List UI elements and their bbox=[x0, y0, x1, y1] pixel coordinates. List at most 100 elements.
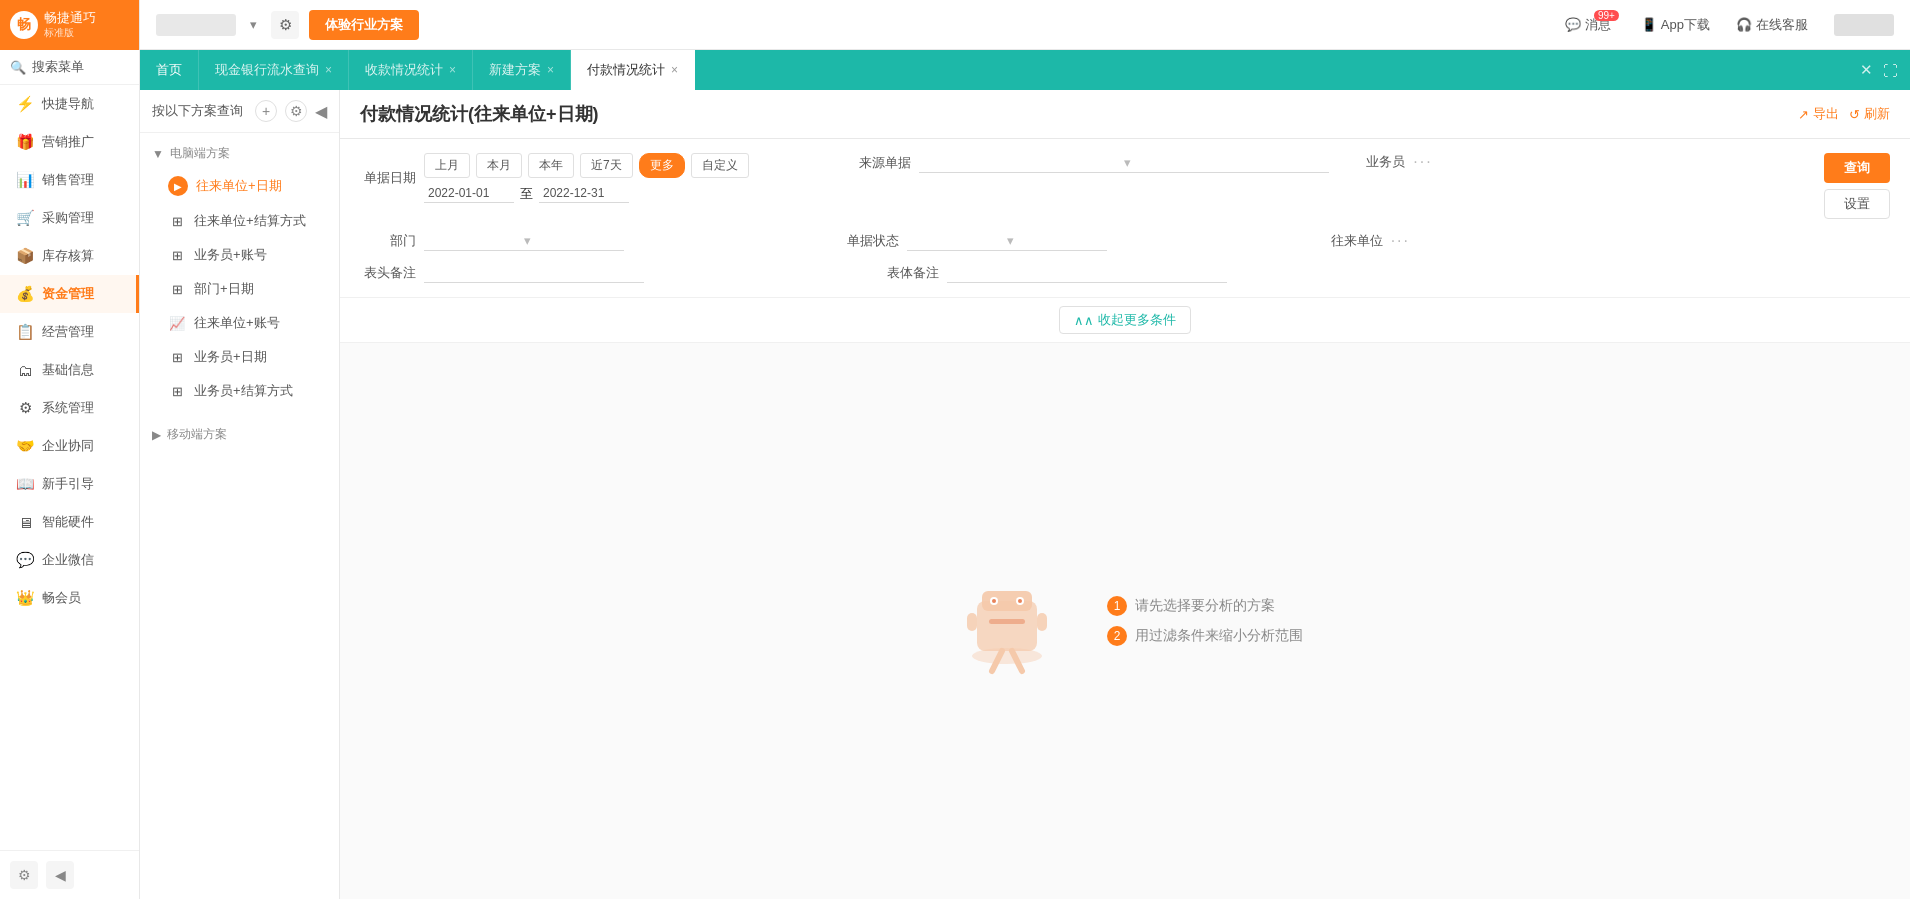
sidebar-item-quick-nav[interactable]: ⚡ 快捷导航 bbox=[0, 85, 139, 123]
staff-select-button[interactable]: ··· bbox=[1413, 153, 1432, 171]
collapse-button[interactable]: ∧∧ 收起更多条件 bbox=[1059, 306, 1191, 334]
scheme-item-dept-date[interactable]: ⊞ 部门+日期 bbox=[140, 272, 339, 306]
body-note-input[interactable] bbox=[947, 263, 1227, 283]
purchase-label: 采购管理 bbox=[42, 209, 94, 227]
date-range: 至 bbox=[424, 184, 629, 203]
message-button[interactable]: 💬 消息 99+ bbox=[1565, 16, 1611, 34]
desktop-collapse-arrow: ▼ bbox=[152, 147, 164, 161]
sales-icon: 📊 bbox=[16, 171, 34, 189]
filter-settings-button[interactable]: 设置 bbox=[1824, 189, 1890, 219]
sidebar-item-wechat[interactable]: 💬 企业微信 bbox=[0, 541, 139, 579]
sidebar-item-finance[interactable]: 💰 资金管理 bbox=[0, 275, 139, 313]
sidebar-collapse-button[interactable]: ◀ bbox=[46, 861, 74, 889]
query-button[interactable]: 查询 bbox=[1824, 153, 1890, 183]
app-download-label: App下载 bbox=[1661, 16, 1710, 34]
export-button[interactable]: ↗ 导出 bbox=[1798, 105, 1839, 123]
scheme-settings-button[interactable]: ⚙ bbox=[285, 100, 307, 122]
header-note-input[interactable] bbox=[424, 263, 644, 283]
sidebar-item-hardware[interactable]: 🖥 智能硬件 bbox=[0, 503, 139, 541]
dropdown-arrow[interactable]: ▾ bbox=[250, 17, 257, 32]
partner-select-button[interactable]: ··· bbox=[1391, 232, 1410, 250]
search-menu-label: 搜索菜单 bbox=[32, 58, 84, 76]
mobile-scheme-group-title[interactable]: ▶ 移动端方案 bbox=[140, 420, 339, 449]
tabbar-close-icon[interactable]: ✕ bbox=[1860, 61, 1873, 79]
scheme-item-staff-account[interactable]: ⊞ 业务员+账号 bbox=[140, 238, 339, 272]
left-panel-icons: + ⚙ ◀ bbox=[255, 100, 327, 122]
tab-payment-close[interactable]: × bbox=[671, 63, 678, 77]
refresh-label: 刷新 bbox=[1864, 105, 1890, 123]
last-7-days-button[interactable]: 近7天 bbox=[580, 153, 633, 178]
current-month-button[interactable]: 本月 bbox=[476, 153, 522, 178]
empty-state: 1 请先选择要分析的方案 2 用过滤条件来缩小分析范围 bbox=[340, 343, 1910, 899]
sidebar: 畅 畅捷通巧 标准版 🔍 搜索菜单 ⚡ 快捷导航 🎁 营销推广 📊 销售管理 🛒… bbox=[0, 0, 140, 899]
svg-point-6 bbox=[1018, 599, 1022, 603]
scheme-item-staff-settle[interactable]: ⊞ 业务员+结算方式 bbox=[140, 374, 339, 408]
sales-label: 销售管理 bbox=[42, 171, 94, 189]
sidebar-item-purchase[interactable]: 🛒 采购管理 bbox=[0, 199, 139, 237]
tab-home[interactable]: 首页 bbox=[140, 50, 199, 90]
tabbar-expand-icon[interactable]: ⛶ bbox=[1883, 62, 1898, 79]
more-button[interactable]: 更多 bbox=[639, 153, 685, 178]
custom-button[interactable]: 自定义 bbox=[691, 153, 749, 178]
member-icon: 👑 bbox=[16, 589, 34, 607]
tip-number-2: 2 bbox=[1107, 626, 1127, 646]
search-menu[interactable]: 🔍 搜索菜单 bbox=[0, 50, 139, 85]
tab-payment-stat[interactable]: 付款情况统计 × bbox=[571, 50, 695, 90]
scheme-item-partner-date[interactable]: ▶ 往来单位+日期 bbox=[140, 168, 339, 204]
tab-new-scheme[interactable]: 新建方案 × bbox=[473, 50, 571, 90]
collapse-label: 收起更多条件 bbox=[1098, 311, 1176, 329]
date-from-input[interactable] bbox=[424, 184, 514, 203]
user-avatar bbox=[1834, 14, 1894, 36]
page-title: 付款情况统计(往来单位+日期) bbox=[360, 102, 599, 126]
table-icon-2: ⊞ bbox=[168, 246, 186, 264]
trial-button[interactable]: 体验行业方案 bbox=[309, 10, 419, 40]
online-service-button[interactable]: 🎧 在线客服 bbox=[1736, 16, 1808, 34]
sidebar-item-marketing[interactable]: 🎁 营销推广 bbox=[0, 123, 139, 161]
tabbar: 首页 现金银行流水查询 × 收款情况统计 × 新建方案 × 付款情况统计 × ✕… bbox=[140, 50, 1910, 90]
desktop-scheme-group: ▼ 电脑端方案 ▶ 往来单位+日期 ⊞ 往来单位+结算方式 ⊞ 业务员+账号 ⊞ bbox=[140, 133, 339, 414]
sidebar-bottom: ⚙ ◀ bbox=[0, 850, 139, 899]
add-scheme-button[interactable]: + bbox=[255, 100, 277, 122]
refresh-button[interactable]: ↺ 刷新 bbox=[1849, 105, 1890, 123]
date-to-input[interactable] bbox=[539, 184, 629, 203]
online-service-label: 在线客服 bbox=[1756, 16, 1808, 34]
source-doc-label: 来源单据 bbox=[855, 154, 911, 172]
sidebar-item-system[interactable]: ⚙ 系统管理 bbox=[0, 389, 139, 427]
tab-bank-flow-close[interactable]: × bbox=[325, 63, 332, 77]
tab-receivable-close[interactable]: × bbox=[449, 63, 456, 77]
mobile-group-label: 移动端方案 bbox=[167, 426, 227, 443]
svg-rect-8 bbox=[967, 613, 977, 631]
sidebar-item-guide[interactable]: 📖 新手引导 bbox=[0, 465, 139, 503]
doc-status-select[interactable]: ▾ bbox=[907, 231, 1107, 251]
dept-arrow: ▾ bbox=[524, 233, 624, 248]
sidebar-item-basic[interactable]: 🗂 基础信息 bbox=[0, 351, 139, 389]
basic-label: 基础信息 bbox=[42, 361, 94, 379]
content-area: 按以下方案查询 + ⚙ ◀ ▼ 电脑端方案 ▶ 往来单位+日期 ⊞ bbox=[140, 90, 1910, 899]
scheme-item-partner-settle[interactable]: ⊞ 往来单位+结算方式 bbox=[140, 204, 339, 238]
source-doc-select[interactable]: ▾ bbox=[919, 153, 1330, 173]
sidebar-settings-button[interactable]: ⚙ bbox=[10, 861, 38, 889]
tab-new-scheme-close[interactable]: × bbox=[547, 63, 554, 77]
finance-label: 资金管理 bbox=[42, 285, 94, 303]
last-month-button[interactable]: 上月 bbox=[424, 153, 470, 178]
dept-select[interactable]: ▾ bbox=[424, 231, 624, 251]
header-note-label: 表头备注 bbox=[360, 264, 416, 282]
app-download-button[interactable]: 📱 App下载 bbox=[1641, 16, 1710, 34]
tab-bank-flow[interactable]: 现金银行流水查询 × bbox=[199, 50, 349, 90]
sidebar-item-sales[interactable]: 📊 销售管理 bbox=[0, 161, 139, 199]
collapse-bar: ∧∧ 收起更多条件 bbox=[340, 298, 1910, 343]
scheme-item-staff-date[interactable]: ⊞ 业务员+日期 bbox=[140, 340, 339, 374]
panel-collapse-button[interactable]: ◀ bbox=[315, 102, 327, 121]
sidebar-item-inventory[interactable]: 📦 库存核算 bbox=[0, 237, 139, 275]
desktop-scheme-group-title[interactable]: ▼ 电脑端方案 bbox=[140, 139, 339, 168]
topbar-gear-button[interactable]: ⚙ bbox=[271, 11, 299, 39]
mobile-scheme-group: ▶ 移动端方案 bbox=[140, 414, 339, 455]
empty-tip-2: 2 用过滤条件来缩小分析范围 bbox=[1107, 626, 1303, 646]
current-year-button[interactable]: 本年 bbox=[528, 153, 574, 178]
sidebar-item-member[interactable]: 👑 畅会员 bbox=[0, 579, 139, 617]
sidebar-item-operation[interactable]: 📋 经营管理 bbox=[0, 313, 139, 351]
scheme-item-partner-account[interactable]: 📈 往来单位+账号 bbox=[140, 306, 339, 340]
tabbar-right-actions: ✕ ⛶ bbox=[1848, 50, 1910, 90]
sidebar-item-cooperation[interactable]: 🤝 企业协同 bbox=[0, 427, 139, 465]
tab-receivable-stat[interactable]: 收款情况统计 × bbox=[349, 50, 473, 90]
